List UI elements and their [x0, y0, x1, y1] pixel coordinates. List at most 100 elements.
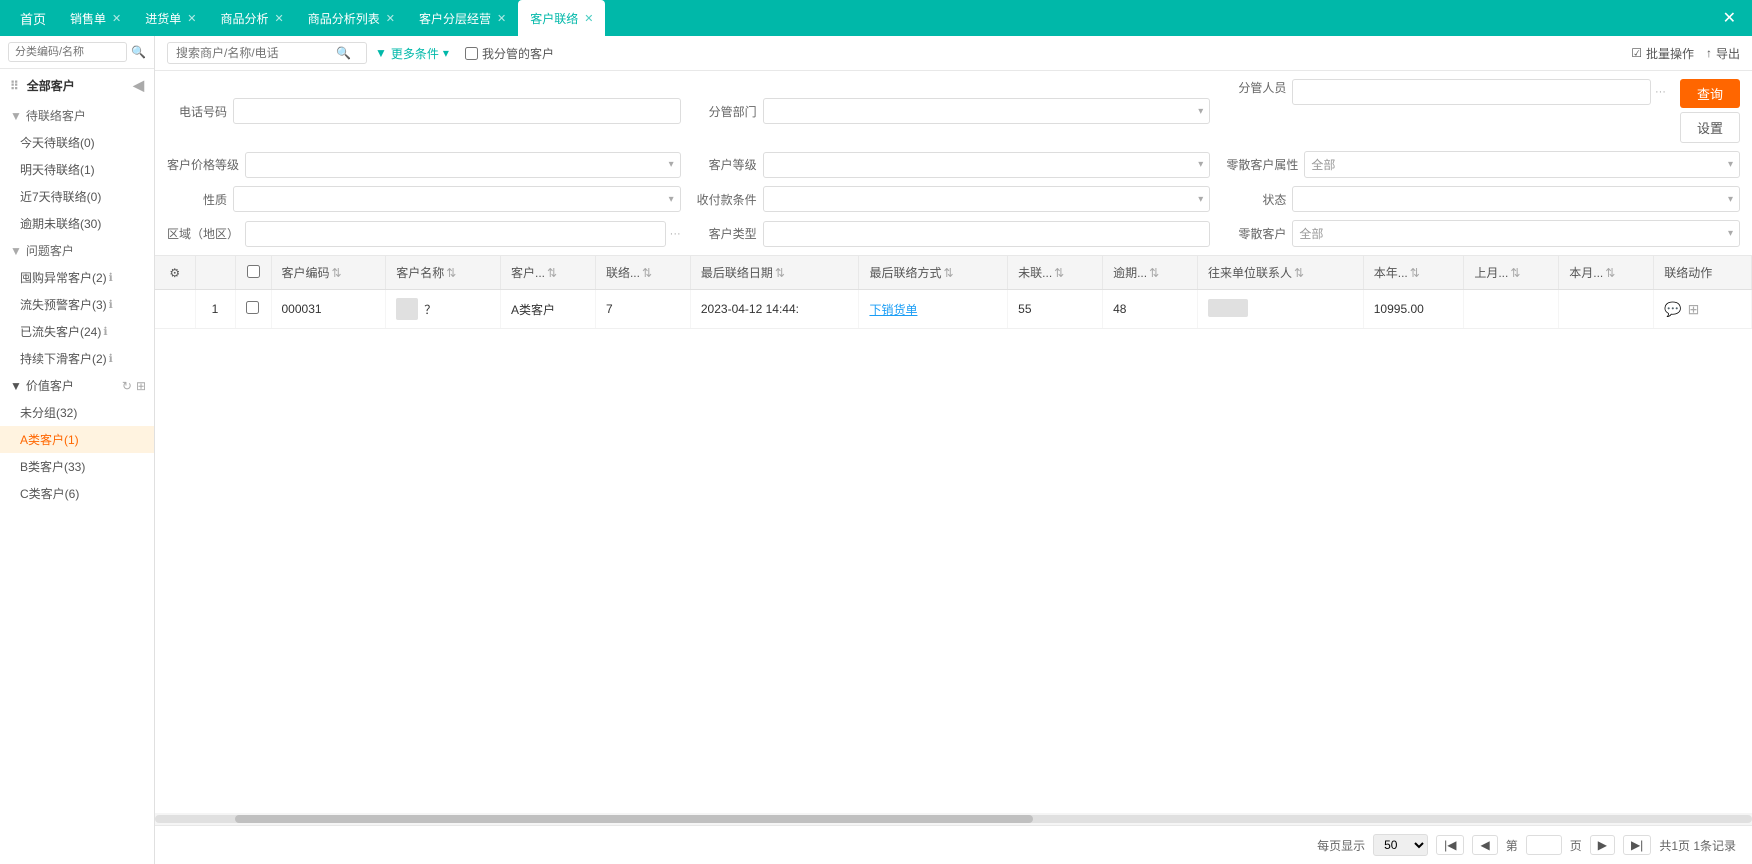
- settings-button[interactable]: 设置: [1680, 112, 1740, 143]
- column-no-contact[interactable]: 未联...⇅: [1008, 256, 1103, 290]
- add-group-icon[interactable]: ⊞: [136, 379, 146, 393]
- first-page-button[interactable]: |◀: [1436, 835, 1464, 855]
- info-icon-3: ℹ: [103, 325, 107, 338]
- sidebar-item-overdue-contact[interactable]: 逾期未联络(30): [0, 210, 154, 237]
- sidebar-search-icon[interactable]: 🔍: [131, 45, 146, 59]
- refresh-icon[interactable]: ↻: [122, 379, 132, 393]
- sidebar-item-a-class[interactable]: A类客户(1): [0, 426, 154, 453]
- my-customers-checkbox-group: 我分管的客户: [465, 45, 554, 62]
- link-icon[interactable]: ⊞: [1688, 301, 1700, 318]
- column-name[interactable]: 客户名称⇅: [386, 256, 501, 290]
- close-customer-contact-icon[interactable]: ✕: [584, 12, 593, 25]
- phone-input[interactable]: [233, 98, 681, 124]
- retail-customer-select[interactable]: 全部 ▾: [1292, 220, 1740, 247]
- column-overdue[interactable]: 逾期...⇅: [1103, 256, 1198, 290]
- sidebar-collapse-button[interactable]: ◀: [133, 77, 144, 94]
- close-customer-ops-icon[interactable]: ✕: [497, 12, 506, 25]
- sidebar-item-abnormal[interactable]: 囤购异常客户(2) ℹ: [0, 264, 154, 291]
- customer-type-input[interactable]: [763, 221, 1211, 247]
- my-customers-checkbox[interactable]: [465, 47, 478, 60]
- close-analysis-icon[interactable]: ✕: [275, 12, 284, 25]
- page-number-input[interactable]: 1: [1526, 835, 1562, 855]
- region-more-icon[interactable]: ···: [670, 228, 681, 240]
- tab-customer-ops[interactable]: 客户分层经营 ✕: [407, 0, 518, 36]
- sidebar-item-b-class[interactable]: B类客户(33): [0, 453, 154, 480]
- sidebar-item-today-pending[interactable]: 今天待联络(0): [0, 129, 154, 156]
- row-checkbox[interactable]: [246, 301, 259, 314]
- info-icon-4: ℹ: [109, 352, 113, 365]
- per-page-select[interactable]: 50 100 200: [1373, 834, 1428, 856]
- column-last-month[interactable]: 上月...⇅: [1464, 256, 1559, 290]
- column-contact[interactable]: 联络...⇅: [595, 256, 690, 290]
- status-select[interactable]: ▾: [1292, 186, 1740, 212]
- chevron-down-icon: ▾: [443, 46, 449, 60]
- close-sales-icon[interactable]: ✕: [112, 12, 121, 25]
- horizontal-scrollbar[interactable]: [155, 813, 1752, 825]
- query-button[interactable]: 查询: [1680, 79, 1740, 108]
- close-purchase-icon[interactable]: ✕: [187, 12, 196, 25]
- more-filters-button[interactable]: ▼ 更多条件 ▾: [375, 45, 449, 62]
- scroll-thumb[interactable]: [235, 815, 1034, 823]
- tab-purchase[interactable]: 进货单 ✕: [133, 0, 208, 36]
- main-search-input[interactable]: [176, 46, 336, 60]
- row-contact-cell: 7: [595, 290, 690, 329]
- filter-person: 分管人员 ··· 查询 设置: [1226, 79, 1740, 143]
- close-all-button[interactable]: ✕: [1715, 8, 1744, 28]
- next-page-button[interactable]: ▶: [1590, 835, 1615, 855]
- customer-level-select[interactable]: ▾: [763, 152, 1211, 178]
- home-tab[interactable]: 首页: [8, 0, 58, 36]
- export-button[interactable]: ↑ 导出: [1706, 45, 1740, 62]
- column-this-year[interactable]: 本年...⇅: [1363, 256, 1464, 290]
- person-more-icon[interactable]: ···: [1655, 86, 1666, 98]
- scroll-track: [155, 815, 1752, 823]
- row-code-cell: 000031: [271, 290, 386, 329]
- column-last-date[interactable]: 最后联络日期⇅: [690, 256, 859, 290]
- main-search-icon[interactable]: 🔍: [336, 46, 351, 60]
- message-icon[interactable]: 💬: [1664, 301, 1681, 318]
- sidebar-item-declining[interactable]: 持续下滑客户(2) ℹ: [0, 345, 154, 372]
- sidebar-all-customers[interactable]: ⠿ 全部客户 ◀: [0, 69, 154, 102]
- sidebar-item-tomorrow-pending[interactable]: 明天待联络(1): [0, 156, 154, 183]
- sidebar-item-churned[interactable]: 已流失客户(24) ℹ: [0, 318, 154, 345]
- row-action-cell: 💬 ⊞: [1654, 290, 1752, 329]
- last-method-link[interactable]: 下销货单: [869, 303, 917, 317]
- sidebar-item-7days-pending[interactable]: 近7天待联络(0): [0, 183, 154, 210]
- row-last-month-cell: [1464, 290, 1559, 329]
- last-page-button[interactable]: ▶|: [1623, 835, 1651, 855]
- select-all-checkbox[interactable]: [247, 265, 260, 278]
- column-code[interactable]: 客户编码⇅: [271, 256, 386, 290]
- prev-page-button[interactable]: ◀: [1472, 835, 1497, 855]
- payment-select[interactable]: ▾: [763, 186, 1211, 212]
- nature-select[interactable]: ▾: [233, 186, 681, 212]
- sidebar-section-problem[interactable]: ▼ 问题客户: [0, 237, 154, 264]
- close-analysis-list-icon[interactable]: ✕: [386, 12, 395, 25]
- dept-select[interactable]: ▾: [763, 98, 1211, 124]
- sidebar-search-input[interactable]: [8, 42, 127, 62]
- column-gear[interactable]: ⚙: [155, 256, 195, 290]
- region-input[interactable]: [245, 221, 666, 247]
- retail-attr-select[interactable]: 全部 ▾: [1304, 151, 1740, 178]
- price-level-select[interactable]: ▾: [245, 152, 681, 178]
- filter-retail-customer: 零散客户 全部 ▾: [1226, 220, 1740, 247]
- page-prefix-label: 第: [1506, 837, 1518, 854]
- customer-avatar: [396, 298, 418, 320]
- customer-type-label: 客户类型: [697, 225, 757, 242]
- sidebar-item-ungrouped[interactable]: 未分组(32): [0, 399, 154, 426]
- column-prev-company[interactable]: 往来单位联系人⇅: [1198, 256, 1364, 290]
- tab-analysis[interactable]: 商品分析 ✕: [208, 0, 295, 36]
- column-index: [195, 256, 235, 290]
- tab-sales[interactable]: 销售单 ✕: [58, 0, 133, 36]
- row-type-cell: A类客户: [501, 290, 596, 329]
- column-type[interactable]: 客户...⇅: [501, 256, 596, 290]
- filter-payment: 收付款条件 ▾: [697, 186, 1211, 212]
- person-select[interactable]: [1292, 79, 1651, 105]
- sidebar-item-churn-warning[interactable]: 流失预警客户(3) ℹ: [0, 291, 154, 318]
- sidebar-section-value[interactable]: ▼ 价值客户 ↻ ⊞: [0, 372, 154, 399]
- column-last-method[interactable]: 最后联络方式⇅: [859, 256, 1008, 290]
- tab-analysis-list[interactable]: 商品分析列表 ✕: [296, 0, 407, 36]
- tab-customer-contact[interactable]: 客户联络 ✕: [518, 0, 605, 36]
- sidebar-section-pending[interactable]: ▼ 待联络客户: [0, 102, 154, 129]
- column-this-month[interactable]: 本月...⇅: [1559, 256, 1654, 290]
- sidebar-item-c-class[interactable]: C类客户(6): [0, 480, 154, 507]
- batch-action-button[interactable]: ☑ 批量操作: [1631, 45, 1694, 62]
